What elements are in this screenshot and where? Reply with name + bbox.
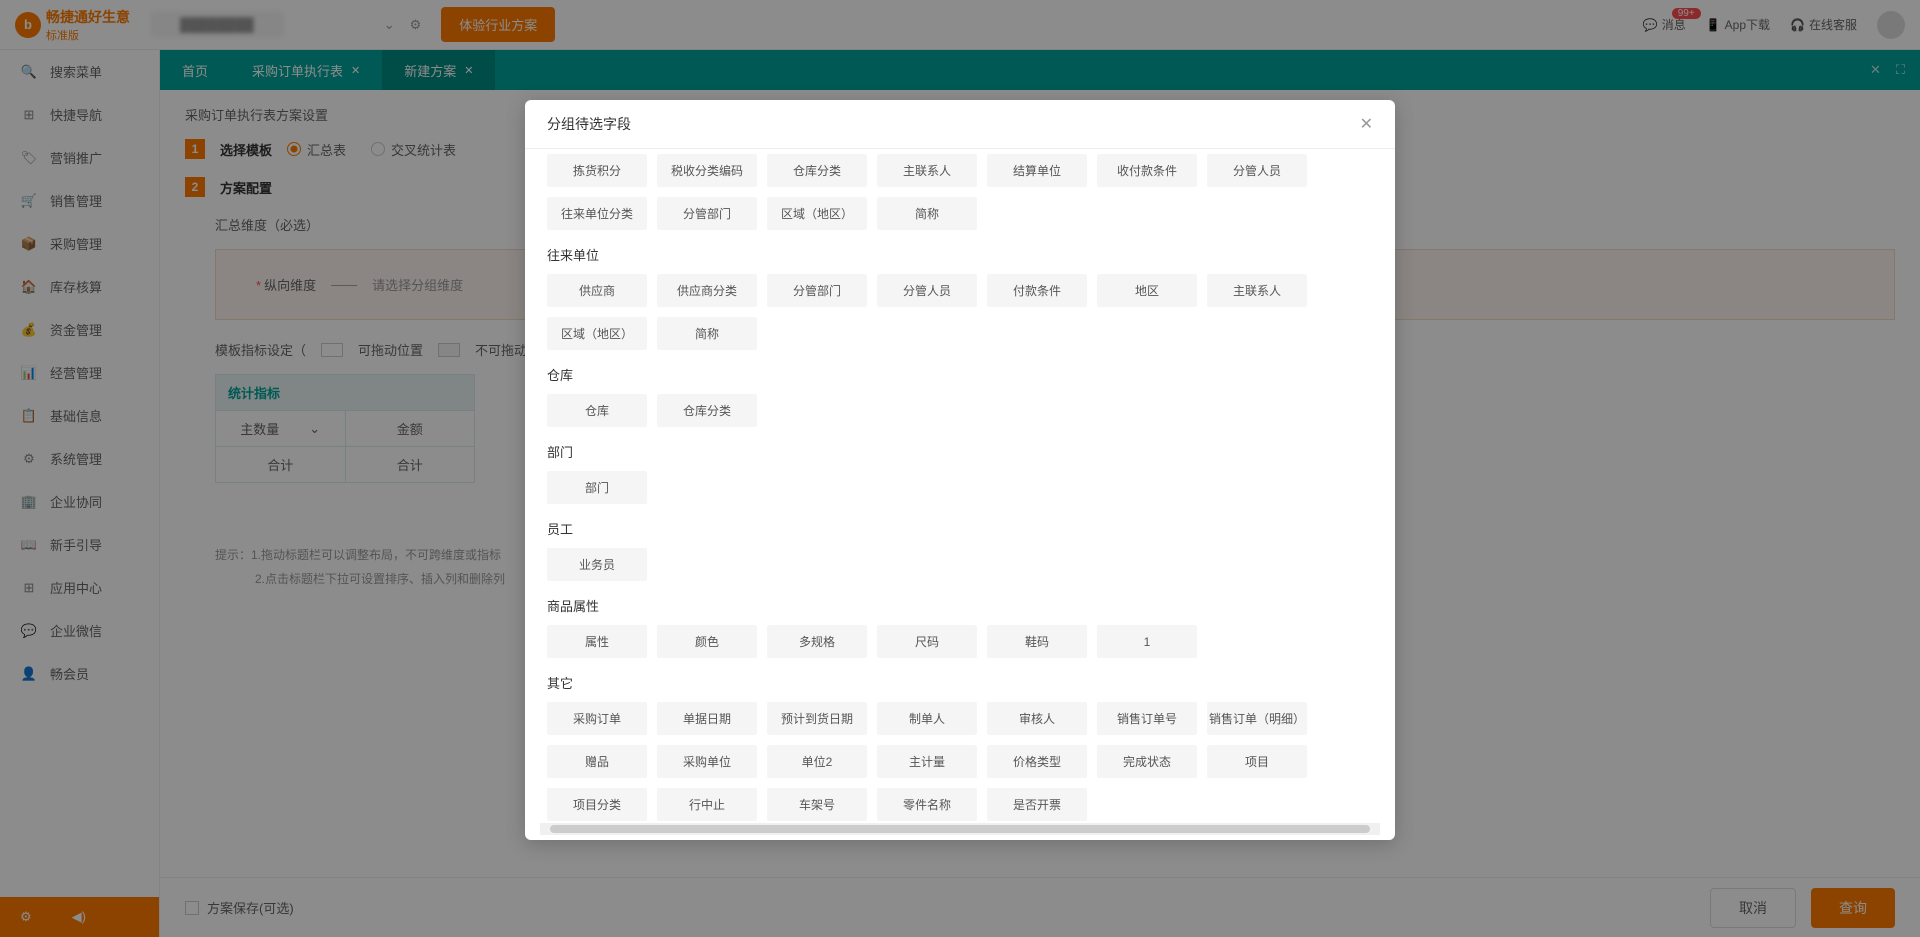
field-option[interactable]: 完成状态 <box>1097 745 1197 778</box>
field-option[interactable]: 是否开票 <box>987 788 1087 821</box>
field-option[interactable]: 采购单位 <box>657 745 757 778</box>
field-option[interactable]: 颜色 <box>657 625 757 658</box>
field-option[interactable]: 单据日期 <box>657 702 757 735</box>
field-option[interactable]: 分管人员 <box>1207 154 1307 187</box>
modal-title: 分组待选字段 <box>547 114 631 134</box>
field-option[interactable]: 采购订单 <box>547 702 647 735</box>
field-option[interactable]: 多规格 <box>767 625 867 658</box>
field-option[interactable]: 主计量 <box>877 745 977 778</box>
field-option[interactable]: 预计到货日期 <box>767 702 867 735</box>
field-group-title: 往来单位 <box>547 245 1373 264</box>
field-option[interactable]: 业务员 <box>547 548 647 581</box>
field-option[interactable]: 简称 <box>877 197 977 230</box>
modal-body: 拣货积分税收分类编码仓库分类主联系人结算单位收付款条件分管人员往来单位分类分管部… <box>525 149 1395 823</box>
field-option[interactable]: 供应商分类 <box>657 274 757 307</box>
field-option[interactable]: 地区 <box>1097 274 1197 307</box>
field-group-title: 其它 <box>547 673 1373 692</box>
field-option[interactable]: 税收分类编码 <box>657 154 757 187</box>
field-group-title: 仓库 <box>547 365 1373 384</box>
close-icon[interactable]: ✕ <box>1360 114 1373 134</box>
field-option[interactable]: 区域（地区） <box>767 197 867 230</box>
field-group-title: 商品属性 <box>547 596 1373 615</box>
field-option[interactable]: 简称 <box>657 317 757 350</box>
field-option[interactable]: 分管部门 <box>657 197 757 230</box>
field-option[interactable]: 项目分类 <box>547 788 647 821</box>
field-option[interactable]: 销售订单（明细） <box>1207 702 1307 735</box>
field-option[interactable]: 区域（地区） <box>547 317 647 350</box>
field-option[interactable]: 仓库 <box>547 394 647 427</box>
field-option[interactable]: 销售订单号 <box>1097 702 1197 735</box>
field-option[interactable]: 拣货积分 <box>547 154 647 187</box>
field-option[interactable]: 付款条件 <box>987 274 1087 307</box>
field-option[interactable]: 供应商 <box>547 274 647 307</box>
field-option[interactable]: 尺码 <box>877 625 977 658</box>
field-option[interactable]: 部门 <box>547 471 647 504</box>
field-option[interactable]: 1 <box>1097 625 1197 658</box>
field-option[interactable]: 鞋码 <box>987 625 1087 658</box>
field-option[interactable]: 行中止 <box>657 788 757 821</box>
field-option[interactable]: 仓库分类 <box>657 394 757 427</box>
field-option[interactable]: 价格类型 <box>987 745 1087 778</box>
field-option[interactable]: 结算单位 <box>987 154 1087 187</box>
field-option[interactable]: 项目 <box>1207 745 1307 778</box>
field-option[interactable]: 赠品 <box>547 745 647 778</box>
field-option[interactable]: 制单人 <box>877 702 977 735</box>
field-option[interactable]: 单位2 <box>767 745 867 778</box>
horizontal-scrollbar[interactable] <box>540 823 1380 835</box>
field-option[interactable]: 审核人 <box>987 702 1087 735</box>
modal-overlay[interactable]: 分组待选字段 ✕ 拣货积分税收分类编码仓库分类主联系人结算单位收付款条件分管人员… <box>0 0 1920 937</box>
field-option[interactable]: 主联系人 <box>1207 274 1307 307</box>
field-option[interactable]: 收付款条件 <box>1097 154 1197 187</box>
field-option[interactable]: 分管人员 <box>877 274 977 307</box>
field-option[interactable]: 车架号 <box>767 788 867 821</box>
field-option[interactable]: 属性 <box>547 625 647 658</box>
field-option[interactable]: 分管部门 <box>767 274 867 307</box>
field-option[interactable]: 仓库分类 <box>767 154 867 187</box>
field-group-title: 部门 <box>547 442 1373 461</box>
field-option[interactable]: 往来单位分类 <box>547 197 647 230</box>
field-option[interactable]: 零件名称 <box>877 788 977 821</box>
field-option[interactable]: 主联系人 <box>877 154 977 187</box>
field-selector-modal: 分组待选字段 ✕ 拣货积分税收分类编码仓库分类主联系人结算单位收付款条件分管人员… <box>525 100 1395 840</box>
field-group-title: 员工 <box>547 519 1373 538</box>
